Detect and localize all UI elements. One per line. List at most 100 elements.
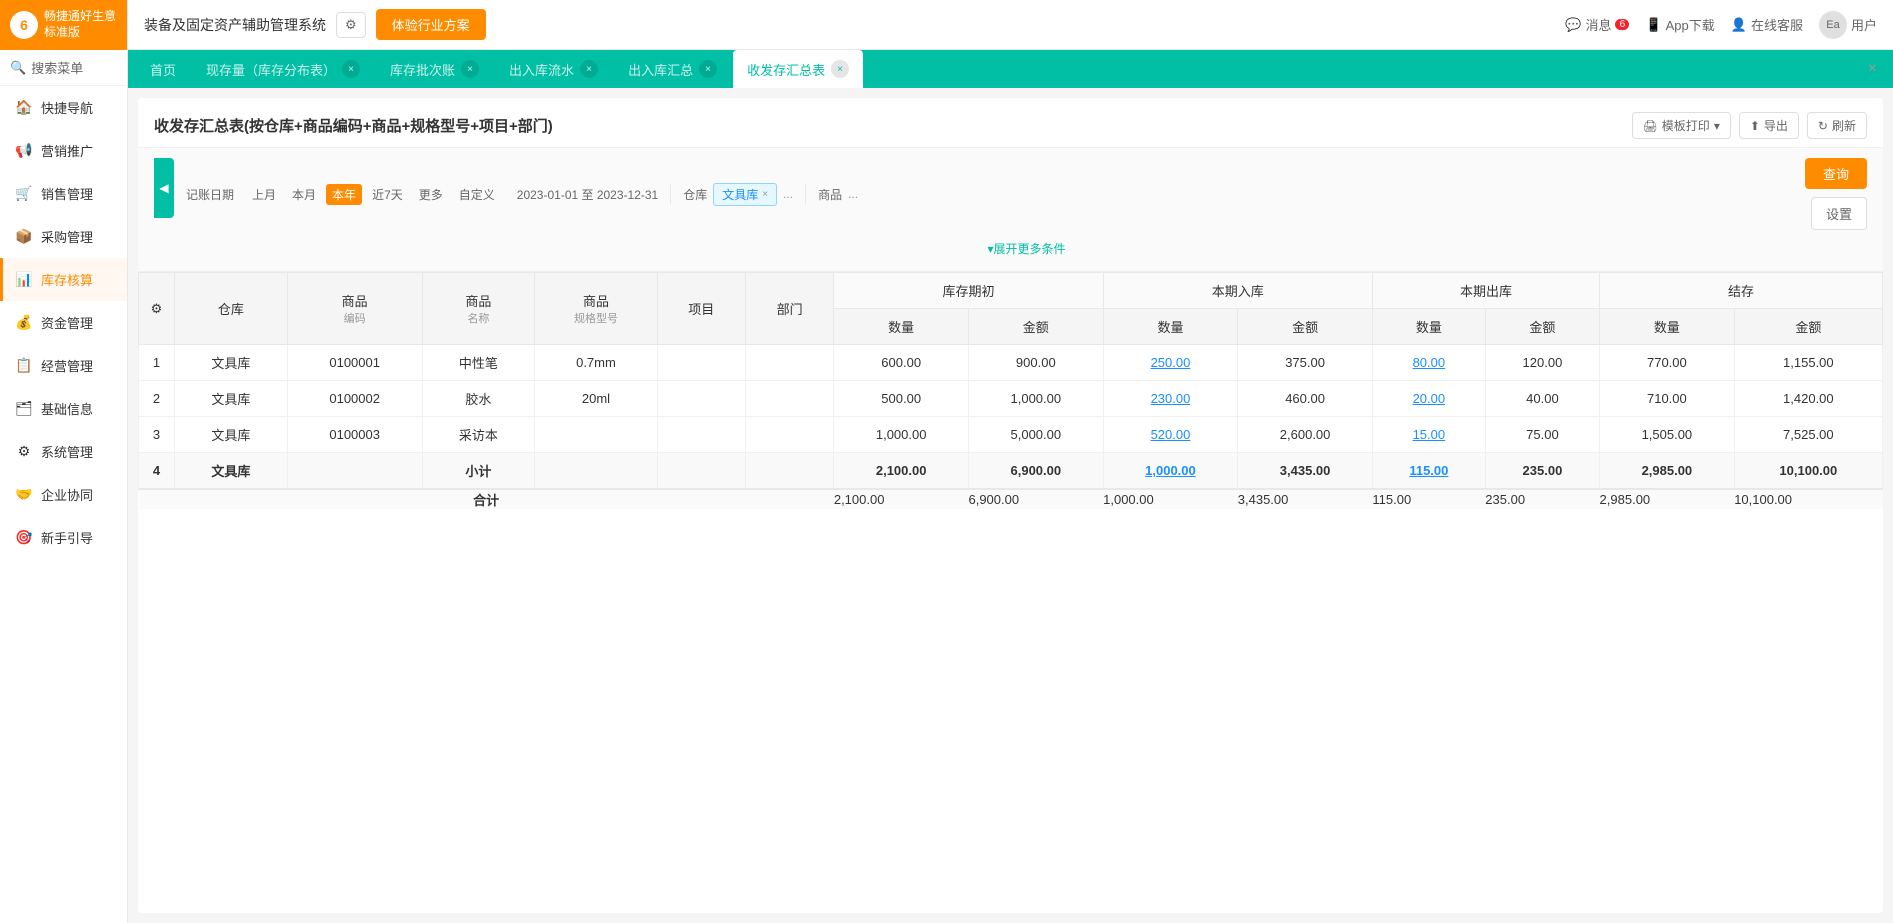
page-header: 收发存汇总表(按仓库+商品编码+商品+规格型号+项目+部门) 🖨 模板打印 ▾ …: [138, 98, 1883, 148]
cell-goods-spec: [535, 417, 657, 453]
user-item[interactable]: Ea 用户: [1819, 11, 1877, 39]
query-button[interactable]: 查询: [1805, 158, 1867, 189]
online-service-item[interactable]: 👤 在线客服: [1731, 15, 1803, 34]
th-closing-group: 结存: [1600, 273, 1883, 309]
out-qty-link-0[interactable]: 80.00: [1413, 355, 1446, 370]
in-qty-link-0[interactable]: 250.00: [1151, 355, 1191, 370]
sidebar-item-operations[interactable]: 📋 经营管理: [0, 344, 127, 387]
cell-in-qty[interactable]: 520.00: [1103, 417, 1238, 453]
message-item[interactable]: 💬 消息 6: [1565, 15, 1629, 34]
sidebar-item-quick-label: 快捷导航: [41, 98, 93, 117]
cell-closing-amt: 1,155.00: [1734, 345, 1882, 381]
newbie-icon: 🎯: [15, 529, 33, 547]
content-area: 收发存汇总表(按仓库+商品编码+商品+规格型号+项目+部门) 🖨 模板打印 ▾ …: [128, 88, 1893, 923]
message-icon: 💬: [1565, 17, 1581, 33]
cell-in-amt: 460.00: [1238, 381, 1373, 417]
finance-icon: 💰: [15, 314, 33, 332]
cell-in-amt: 2,600.00: [1238, 417, 1373, 453]
cell-dept: [745, 381, 833, 417]
export-label: 导出: [1764, 117, 1788, 134]
in-qty-link-2[interactable]: 520.00: [1151, 427, 1191, 442]
cell-out-qty[interactable]: 115.00: [1372, 453, 1485, 490]
sidebar-item-finance[interactable]: 💰 资金管理: [0, 301, 127, 344]
tab-inout-summary-close[interactable]: ×: [699, 60, 717, 78]
tab-inout-flow[interactable]: 出入库流水 ×: [495, 50, 612, 88]
sidebar-item-marketing[interactable]: 📢 营销推广: [0, 129, 127, 172]
cell-seq: 2: [139, 381, 175, 417]
cell-goods-name: 胶水: [422, 381, 535, 417]
sidebar-item-system[interactable]: ⚙ 系统管理: [0, 430, 127, 473]
refresh-label: 刷新: [1832, 117, 1856, 134]
sidebar-item-newbie[interactable]: 🎯 新手引导: [0, 516, 127, 559]
expand-more-conditions[interactable]: ▾ 展开更多条件: [186, 236, 1867, 261]
cell-out-qty[interactable]: 15.00: [1372, 417, 1485, 453]
th-settings[interactable]: ⚙: [139, 273, 175, 345]
cell-closing-amt: 7,525.00: [1734, 417, 1882, 453]
out-qty-link-1[interactable]: 20.00: [1413, 391, 1446, 406]
cell-project: [657, 381, 745, 417]
app-download-item[interactable]: 📱 App下载: [1645, 15, 1714, 34]
cell-warehouse: 文具库: [175, 417, 288, 453]
subtotal-in-qty-link[interactable]: 1,000.00: [1145, 463, 1196, 478]
sidebar-item-corp[interactable]: 🤝 企业协同: [0, 473, 127, 516]
topbar-settings-button[interactable]: ⚙: [336, 12, 366, 38]
table-container: ⚙ 仓库 商品编码 商品名称 商品规格型号 项目 部门 库存期初 本期入库 本期…: [138, 272, 1883, 913]
avatar: Ea: [1819, 11, 1847, 39]
date-btn-this-year[interactable]: 本年: [326, 184, 362, 205]
tab-home-label: 首页: [150, 60, 176, 79]
cell-closing-amt: 1,420.00: [1734, 381, 1882, 417]
print-button[interactable]: 🖨 模板打印 ▾: [1632, 112, 1731, 139]
search-menu-item[interactable]: 🔍 搜索菜单: [0, 50, 127, 86]
in-qty-link-1[interactable]: 230.00: [1151, 391, 1191, 406]
sidebar-item-sales[interactable]: 🛒 销售管理: [0, 172, 127, 215]
sidebar-item-inventory[interactable]: 📊 库存核算: [0, 258, 127, 301]
date-btn-last-month[interactable]: 上月: [246, 184, 282, 205]
operations-icon: 📋: [15, 357, 33, 375]
cell-out-qty[interactable]: 20.00: [1372, 381, 1485, 417]
sidebar-item-quick[interactable]: 🏠 快捷导航: [0, 86, 127, 129]
warehouse-filter-tag[interactable]: 文具库 ×: [713, 183, 777, 206]
cell-out-qty[interactable]: 80.00: [1372, 345, 1485, 381]
out-qty-link-2[interactable]: 15.00: [1413, 427, 1446, 442]
date-btn-7days[interactable]: 近7天: [366, 184, 409, 205]
refresh-button[interactable]: ↻ 刷新: [1807, 112, 1867, 139]
tab-batch[interactable]: 库存批次账 ×: [376, 50, 493, 88]
cell-in-qty[interactable]: 1,000.00: [1103, 453, 1238, 490]
tab-close-all[interactable]: ×: [1860, 60, 1885, 78]
filter-row-1: 记账日期 上月 本月 本年 近7天 更多 自定义 2023-01-01 至 20…: [186, 158, 1867, 230]
warehouse-more[interactable]: ...: [783, 187, 793, 201]
close-all-icon[interactable]: ×: [1860, 60, 1885, 77]
tab-recv-send-summary-close[interactable]: ×: [831, 60, 849, 78]
date-btn-this-month[interactable]: 本月: [286, 184, 322, 205]
tab-home[interactable]: 首页: [136, 50, 190, 88]
sidebar-item-basic[interactable]: 🗂 基础信息: [0, 387, 127, 430]
cell-in-qty[interactable]: 250.00: [1103, 345, 1238, 381]
tab-inventory-dist[interactable]: 现存量（库存分布表） ×: [192, 50, 374, 88]
tab-inventory-dist-close[interactable]: ×: [342, 60, 360, 78]
cell-closing-qty: 770.00: [1600, 345, 1735, 381]
filter-settings-button[interactable]: 设置: [1811, 197, 1867, 230]
filter-area: ◀ 记账日期 上月 本月 本年 近7天 更多 自定义: [138, 148, 1883, 272]
date-filter-label: 记账日期: [186, 186, 234, 203]
date-btn-custom[interactable]: 自定义: [453, 184, 501, 205]
tab-recv-send-summary[interactable]: 收发存汇总表 ×: [733, 50, 863, 88]
collapse-button[interactable]: ◀: [154, 158, 174, 218]
export-icon: ⬆: [1750, 119, 1760, 133]
tab-batch-close[interactable]: ×: [461, 60, 479, 78]
try-button[interactable]: 体验行业方案: [376, 9, 486, 40]
tabbar: 首页 现存量（库存分布表） × 库存批次账 × 出入库流水 × 出入库汇总 × …: [128, 50, 1893, 88]
goods-more[interactable]: ...: [848, 187, 858, 201]
subtotal-out-qty-link[interactable]: 115.00: [1409, 463, 1448, 478]
th-opening-group: 库存期初: [834, 273, 1103, 309]
tab-inout-flow-close[interactable]: ×: [580, 60, 598, 78]
cell-in-qty[interactable]: 230.00: [1103, 381, 1238, 417]
th-in-amt: 金额: [1238, 309, 1373, 345]
tab-inout-summary[interactable]: 出入库汇总 ×: [614, 50, 731, 88]
tab-recv-send-summary-label: 收发存汇总表: [747, 60, 825, 79]
sidebar-item-sales-label: 销售管理: [41, 184, 93, 203]
export-button[interactable]: ⬆ 导出: [1739, 112, 1799, 139]
date-btn-more[interactable]: 更多: [413, 184, 449, 205]
warehouse-tag-close[interactable]: ×: [762, 189, 768, 200]
sidebar-item-purchase[interactable]: 📦 采购管理: [0, 215, 127, 258]
sales-icon: 🛒: [15, 185, 33, 203]
